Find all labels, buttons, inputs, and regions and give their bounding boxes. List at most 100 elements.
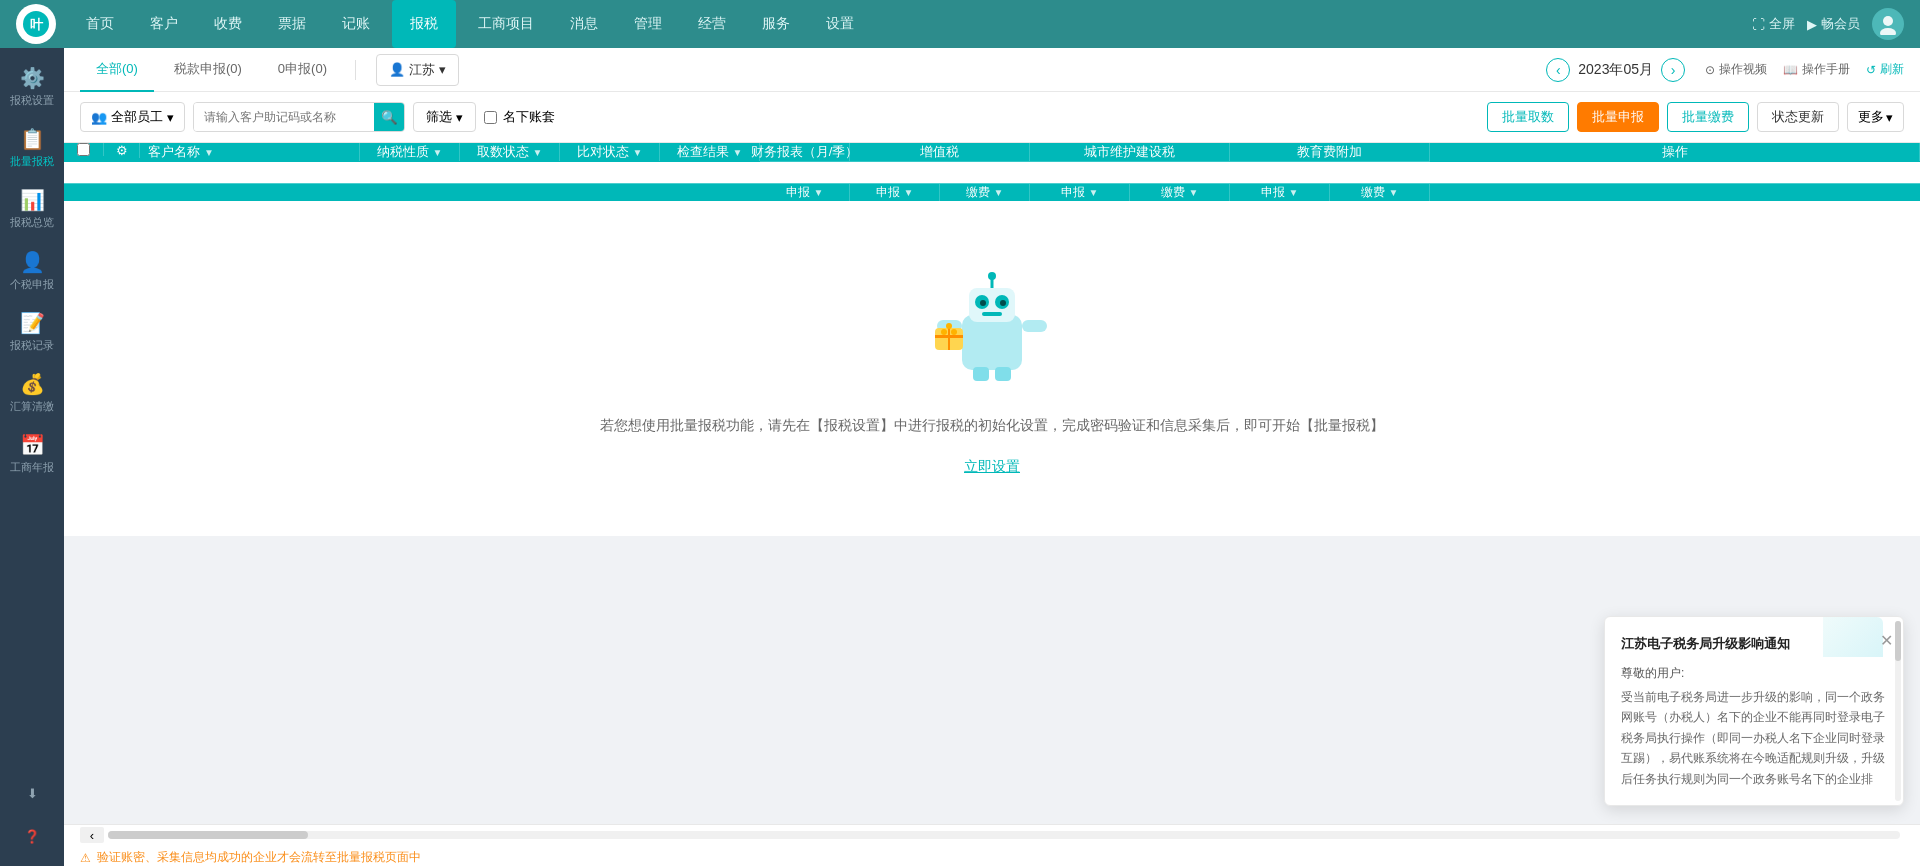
month-prev-button[interactable]: ‹ — [1546, 58, 1570, 82]
scroll-left-button[interactable]: ‹ — [80, 827, 104, 843]
personal-tax-icon: 👤 — [20, 250, 45, 274]
nav-billing[interactable]: 收费 — [196, 0, 260, 48]
tax-filter-icon[interactable]: ▼ — [433, 147, 443, 158]
empty-state: 若您想使用批量报税功能，请先在【报税设置】中进行报税的初始化设置，完成密码验证和… — [64, 180, 1920, 536]
svg-point-8 — [980, 300, 986, 306]
vat-declare-filter-icon[interactable]: ▼ — [904, 187, 914, 198]
more-button[interactable]: 更多 ▾ — [1847, 102, 1904, 132]
sidebar-bottom: ⬇ ❓ — [0, 776, 64, 866]
notification-panel: 江苏电子税务局升级影响通知 ✕ 尊敬的用户: 受当前电子税务局进一步升级的影响，… — [1604, 616, 1904, 806]
nav-invoice[interactable]: 票据 — [260, 0, 324, 48]
filter-button[interactable]: 筛选 ▾ — [413, 102, 476, 132]
horizontal-scrollbar[interactable] — [108, 831, 1900, 839]
app-logo[interactable]: 叶 — [16, 4, 56, 44]
batch-pay-button[interactable]: 批量缴费 — [1667, 102, 1749, 132]
tax-summary-icon: 📊 — [20, 188, 45, 212]
manual-button[interactable]: 📖 操作手册 — [1783, 61, 1850, 78]
th-sub-fetch — [460, 184, 560, 201]
sidebar-item-tax-settings[interactable]: ⚙️ 报税设置 — [0, 56, 64, 117]
city-pay-filter-icon[interactable]: ▼ — [1189, 187, 1199, 198]
region-icon: 👤 — [389, 62, 405, 77]
vat-pay-filter-icon[interactable]: ▼ — [994, 187, 1004, 198]
tab-tax-declare[interactable]: 税款申报(0) — [158, 48, 258, 92]
edu-pay-filter-icon[interactable]: ▼ — [1389, 187, 1399, 198]
th-settings[interactable]: ⚙ — [104, 143, 140, 158]
nav-settings[interactable]: 设置 — [808, 0, 872, 48]
th-sub-checkres — [660, 184, 760, 201]
svg-point-22 — [946, 323, 952, 329]
batch-declare-button[interactable]: 批量申报 — [1577, 102, 1659, 132]
select-all-checkbox[interactable] — [77, 143, 90, 156]
batch-fetch-button[interactable]: 批量取数 — [1487, 102, 1569, 132]
sidebar-item-personal-tax[interactable]: 👤 个税申报 — [0, 240, 64, 301]
refresh-icon: ↺ — [1866, 63, 1876, 77]
region-selector[interactable]: 👤 江苏 ▾ — [376, 54, 459, 86]
name-filter-icon[interactable]: ▼ — [204, 147, 214, 158]
notification-greeting: 尊敬的用户: — [1621, 663, 1887, 683]
nav-accounting[interactable]: 记账 — [324, 0, 388, 48]
notif-scroll-thumb — [1895, 621, 1901, 661]
th-city-group: 城市维护建设税 — [1030, 143, 1230, 162]
robot-svg — [927, 260, 1057, 390]
nav-service[interactable]: 服务 — [744, 0, 808, 48]
compare-filter-icon[interactable]: ▼ — [633, 147, 643, 158]
user-avatar[interactable] — [1872, 8, 1904, 40]
search-button[interactable]: 🔍 — [374, 102, 404, 132]
sidebar-item-help[interactable]: ❓ — [0, 819, 64, 854]
sidebar-item-batch-tax[interactable]: 📋 批量报税 — [0, 117, 64, 178]
sidebar-item-tax-summary[interactable]: 📊 报税总览 — [0, 178, 64, 239]
fetch-filter-icon[interactable]: ▼ — [533, 147, 543, 158]
search-input[interactable] — [194, 103, 374, 131]
th-action: 操作 — [1430, 143, 1920, 161]
fin-declare-filter-icon[interactable]: ▼ — [814, 187, 824, 198]
sidebar-item-annual-report[interactable]: 📅 工商年报 — [0, 423, 64, 484]
notification-content: 受当前电子税务局进一步升级的影响，同一个政务网账号（办税人）名下的企业不能再同时… — [1621, 687, 1887, 789]
video-button[interactable]: ⊙ 操作视频 — [1705, 61, 1767, 78]
edu-declare-filter-icon[interactable]: ▼ — [1289, 187, 1299, 198]
nav-tax[interactable]: 报税 — [392, 0, 456, 48]
refresh-button[interactable]: ↺ 刷新 — [1866, 61, 1904, 78]
sub-account-checkbox-input[interactable] — [484, 111, 497, 124]
batch-tax-icon: 📋 — [20, 127, 45, 151]
th-sub-city-declare: 申报 ▼ — [1030, 184, 1130, 201]
svg-point-20 — [941, 329, 947, 335]
tab-all[interactable]: 全部(0) — [80, 48, 154, 92]
svg-point-3 — [1880, 28, 1896, 35]
sidebar-item-tax-records[interactable]: 📝 报税记录 — [0, 301, 64, 362]
th-sub-name — [140, 184, 360, 201]
employee-select[interactable]: 👥 全部员工 ▾ — [80, 102, 185, 132]
member-button[interactable]: ▶ 畅会员 — [1807, 15, 1860, 33]
tax-records-icon: 📝 — [20, 311, 45, 335]
notification-deco — [1823, 617, 1883, 657]
check-filter-icon[interactable]: ▼ — [733, 147, 743, 158]
sidebar-item-settlement[interactable]: 💰 汇算清缴 — [0, 362, 64, 423]
sub-account-checkbox[interactable]: 名下账套 — [484, 108, 555, 126]
sidebar-item-label: 报税设置 — [10, 94, 54, 107]
nav-message[interactable]: 消息 — [552, 0, 616, 48]
svg-rect-16 — [995, 367, 1011, 381]
nav-customer[interactable]: 客户 — [132, 0, 196, 48]
nav-business[interactable]: 工商项目 — [460, 0, 552, 48]
tab-zero-declare[interactable]: 0申报(0) — [262, 48, 343, 92]
nav-home[interactable]: 首页 — [68, 0, 132, 48]
setup-link[interactable]: 立即设置 — [964, 458, 1020, 476]
nav-manage[interactable]: 管理 — [616, 0, 680, 48]
nav-operation[interactable]: 经营 — [680, 0, 744, 48]
sidebar-item-label: 报税总览 — [10, 216, 54, 229]
sidebar-item-download[interactable]: ⬇ — [0, 776, 64, 811]
video-icon: ⊙ — [1705, 63, 1715, 77]
notification-scrollbar[interactable] — [1892, 617, 1904, 805]
member-icon: ▶ — [1807, 17, 1817, 32]
city-declare-filter-icon[interactable]: ▼ — [1089, 187, 1099, 198]
employee-icon: 👥 — [91, 110, 107, 125]
status-update-button[interactable]: 状态更新 — [1757, 102, 1839, 132]
tabs-right-buttons: ⊙ 操作视频 📖 操作手册 ↺ 刷新 — [1705, 61, 1904, 78]
fullscreen-button[interactable]: ⛶ 全屏 — [1752, 15, 1795, 33]
th-sub-tax — [360, 184, 460, 201]
th-checkbox — [64, 143, 104, 156]
month-next-button[interactable]: › — [1661, 58, 1685, 82]
th-sub-check — [64, 184, 104, 201]
th-tax-nature: 纳税性质 ▼ — [360, 143, 460, 161]
sidebar-item-label: 报税记录 — [10, 339, 54, 352]
chevron-down-icon: ▾ — [439, 62, 446, 77]
